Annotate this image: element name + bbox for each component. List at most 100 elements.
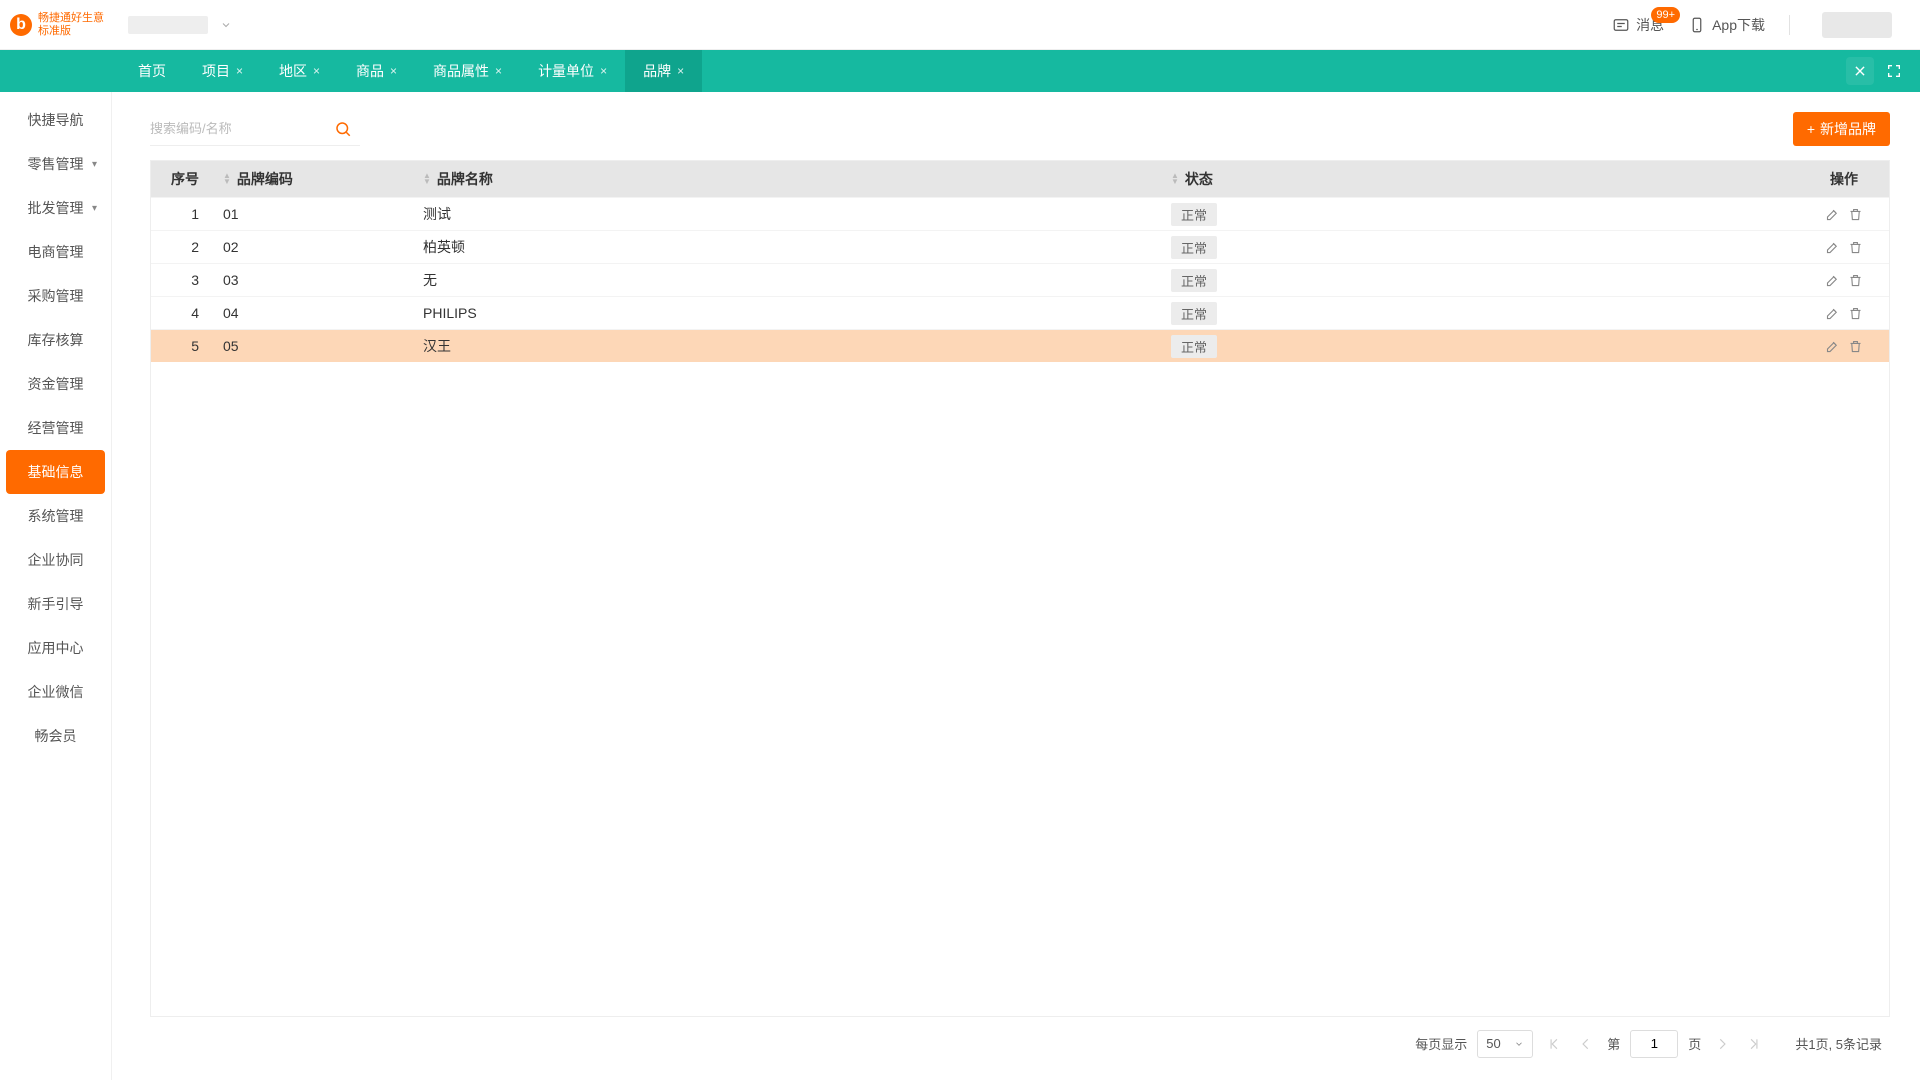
sidebar-item-库存核算[interactable]: 库存核算: [0, 318, 111, 362]
last-page-button[interactable]: [1743, 1037, 1765, 1051]
sidebar-item-采购管理[interactable]: 采购管理: [0, 274, 111, 318]
fullscreen-button[interactable]: [1880, 57, 1908, 85]
first-page-button[interactable]: [1543, 1037, 1565, 1051]
sidebar-item-批发管理[interactable]: 批发管理▾: [0, 186, 111, 230]
sidebar-item-畅会员[interactable]: 畅会员: [0, 714, 111, 758]
close-all-tabs-button[interactable]: [1846, 57, 1874, 85]
sidebar-item-快捷导航[interactable]: 快捷导航: [0, 98, 111, 142]
close-icon[interactable]: ×: [390, 64, 397, 78]
sidebar-item-企业微信[interactable]: 企业微信: [0, 670, 111, 714]
sidebar-item-零售管理[interactable]: 零售管理▾: [0, 142, 111, 186]
sidebar-item-系统管理[interactable]: 系统管理: [0, 494, 111, 538]
col-code[interactable]: ▲▼ 品牌编码: [211, 169, 411, 189]
delete-icon[interactable]: [1848, 339, 1863, 354]
table-row[interactable]: 303无正常: [151, 263, 1889, 296]
tab-商品属性[interactable]: 商品属性 ×: [415, 50, 520, 92]
tab-label: 品牌: [643, 61, 671, 81]
col-seq[interactable]: 序号: [151, 169, 211, 189]
delete-icon[interactable]: [1848, 240, 1863, 255]
search-icon[interactable]: [334, 120, 360, 138]
toolbar: + 新增品牌: [150, 112, 1890, 146]
plus-icon: +: [1807, 121, 1815, 137]
table-row[interactable]: 101测试正常: [151, 197, 1889, 230]
cell-name: 无: [411, 270, 1159, 290]
sidebar-item-label: 企业协同: [28, 550, 84, 570]
sidebar-item-label: 库存核算: [28, 330, 84, 350]
close-icon[interactable]: ×: [600, 64, 607, 78]
sidebar-item-基础信息[interactable]: 基础信息: [6, 450, 105, 494]
status-badge: 正常: [1171, 236, 1217, 259]
tab-首页[interactable]: 首页: [120, 50, 184, 92]
sidebar-item-电商管理[interactable]: 电商管理: [0, 230, 111, 274]
pager-summary: 共1页, 5条记录: [1795, 1034, 1882, 1053]
sidebar-item-经营管理[interactable]: 经营管理: [0, 406, 111, 450]
prev-page-button[interactable]: [1575, 1037, 1597, 1051]
sidebar-item-label: 快捷导航: [28, 110, 84, 130]
col-ops-label: 操作: [1830, 169, 1858, 189]
sidebar-item-企业协同[interactable]: 企业协同: [0, 538, 111, 582]
status-badge: 正常: [1171, 335, 1217, 358]
close-icon[interactable]: ×: [677, 64, 684, 78]
cell-name: 测试: [411, 204, 1159, 224]
org-selector[interactable]: [128, 16, 232, 34]
app-download-button[interactable]: App下载: [1688, 15, 1765, 35]
col-name[interactable]: ▲▼ 品牌名称: [411, 169, 1159, 189]
download-label: App下载: [1712, 15, 1765, 35]
delete-icon[interactable]: [1848, 273, 1863, 288]
next-page-button[interactable]: [1711, 1037, 1733, 1051]
edit-icon[interactable]: [1825, 339, 1840, 354]
download-icon: [1688, 16, 1706, 34]
cell-seq: 3: [151, 272, 211, 288]
delete-icon[interactable]: [1848, 207, 1863, 222]
tab-地区[interactable]: 地区×: [261, 50, 338, 92]
sidebar-item-label: 基础信息: [28, 462, 84, 482]
add-brand-button[interactable]: + 新增品牌: [1793, 112, 1890, 146]
edit-icon[interactable]: [1825, 240, 1840, 255]
edit-icon[interactable]: [1825, 306, 1840, 321]
sidebar-item-label: 新手引导: [28, 594, 84, 614]
tab-项目[interactable]: 项目×: [184, 50, 261, 92]
table-row[interactable]: 404PHILIPS正常: [151, 296, 1889, 329]
col-status-label: 状态: [1185, 169, 1213, 189]
page-size-select[interactable]: 50: [1477, 1030, 1533, 1058]
chevron-down-icon: ▾: [92, 203, 97, 214]
status-badge: 正常: [1171, 269, 1217, 292]
search-input[interactable]: [150, 121, 334, 136]
tab-bar-actions: [1846, 50, 1920, 92]
table-row[interactable]: 505汉王正常: [151, 329, 1889, 362]
org-placeholder: [128, 16, 208, 34]
pagination: 每页显示 50 第 页 共1页, 5条记录: [150, 1016, 1890, 1070]
sidebar-item-新手引导[interactable]: 新手引导: [0, 582, 111, 626]
sidebar: 搜索菜单快捷导航零售管理▾批发管理▾电商管理采购管理库存核算资金管理经营管理基础…: [0, 50, 112, 1080]
tab-品牌[interactable]: 品牌 ×: [625, 50, 702, 92]
search-box: [150, 112, 360, 146]
edit-icon[interactable]: [1825, 207, 1840, 222]
close-icon[interactable]: ×: [313, 64, 320, 78]
sidebar-item-label: 资金管理: [28, 374, 84, 394]
cell-code: 01: [211, 206, 411, 222]
tab-label: 商品属性: [433, 61, 489, 81]
delete-icon[interactable]: [1848, 306, 1863, 321]
tab-商品[interactable]: 商品 ×: [338, 50, 415, 92]
table-row[interactable]: 202柏英顿正常: [151, 230, 1889, 263]
close-icon[interactable]: ×: [495, 64, 502, 78]
tab-计量单位[interactable]: 计量单位×: [520, 50, 625, 92]
edit-icon[interactable]: [1825, 273, 1840, 288]
tab-label: 商品: [356, 61, 384, 81]
col-status[interactable]: ▲▼ 状态: [1159, 169, 1799, 189]
cell-code: 05: [211, 338, 411, 354]
top-header: b 畅捷通好生意 标准版 消息 99+ App下载: [0, 0, 1920, 50]
messages-button[interactable]: 消息 99+: [1612, 15, 1664, 35]
sidebar-item-label: 企业微信: [28, 682, 84, 702]
sidebar-item-资金管理[interactable]: 资金管理: [0, 362, 111, 406]
tab-label: 首页: [138, 61, 166, 81]
page-input[interactable]: [1630, 1030, 1678, 1058]
sidebar-item-label: 电商管理: [28, 242, 84, 262]
sort-icon: ▲▼: [1171, 173, 1179, 185]
close-icon[interactable]: ×: [236, 64, 243, 78]
table-body: 101测试正常202柏英顿正常303无正常404PHILIPS正常505汉王正常: [151, 197, 1889, 1016]
avatar[interactable]: [1822, 12, 1892, 38]
sidebar-item-应用中心[interactable]: 应用中心: [0, 626, 111, 670]
main-content: + 新增品牌 序号 ▲▼ 品牌编码 ▲▼ 品牌名称 ▲▼ 状态 操作 101测试…: [120, 92, 1920, 1080]
cell-name: 汉王: [411, 336, 1159, 356]
